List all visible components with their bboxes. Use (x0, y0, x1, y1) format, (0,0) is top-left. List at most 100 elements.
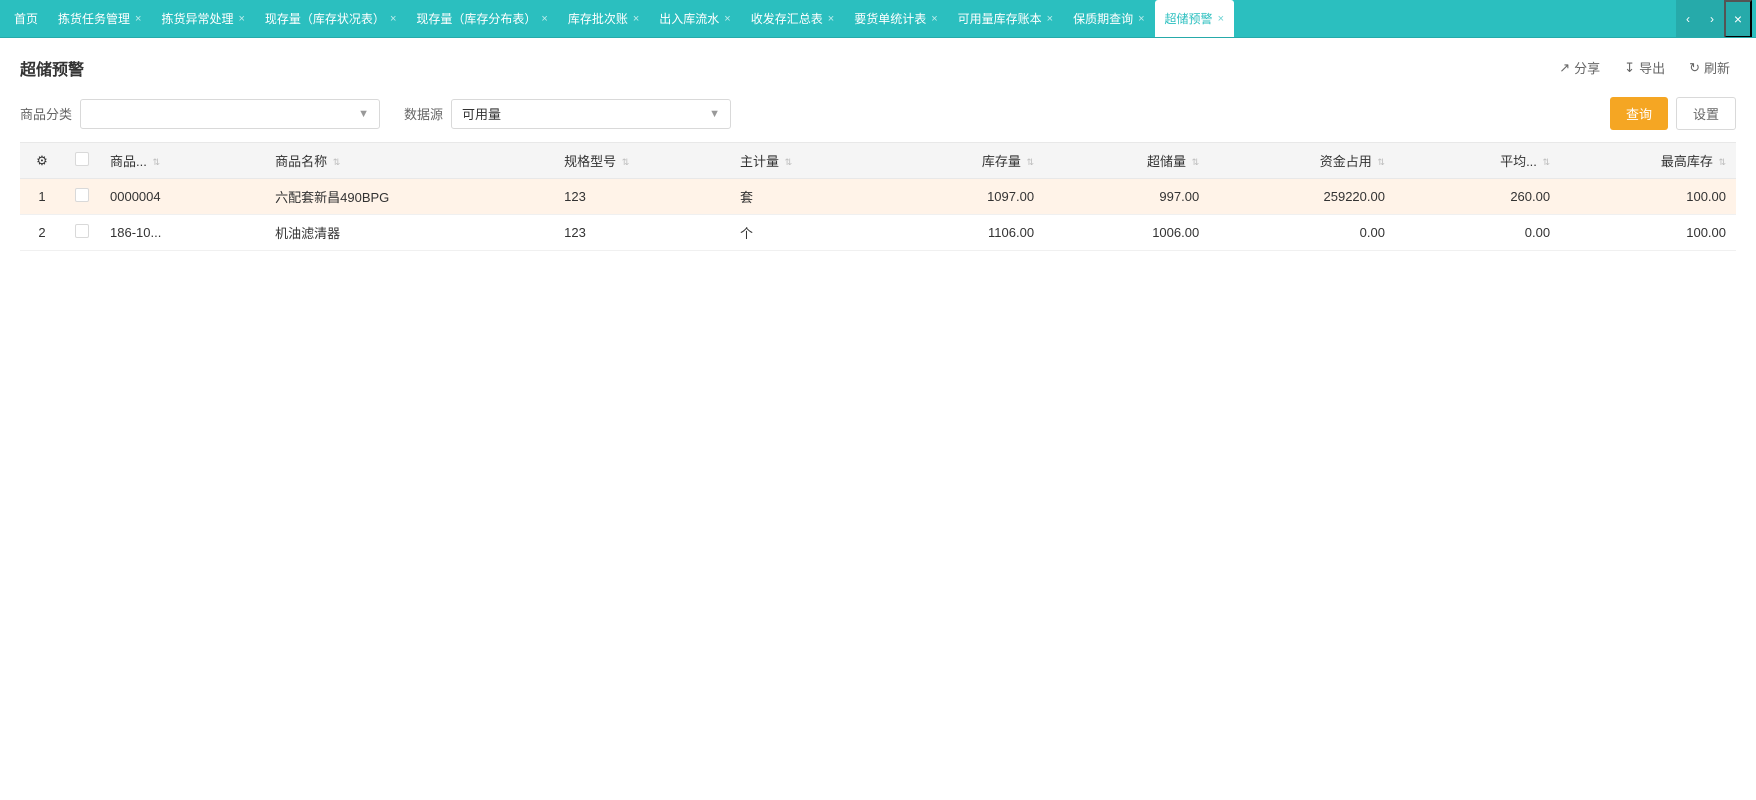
refresh-button[interactable]: ↻ 刷新 (1683, 54, 1736, 81)
page-content: 超储预警 ↗ 分享 ↧ 导出 ↻ 刷新 商品分类 ▼ 数据源 (0, 38, 1756, 800)
th-capital[interactable]: 资金占用 ⇅ (1209, 143, 1395, 179)
header-actions: ↗ 分享 ↧ 导出 ↻ 刷新 (1553, 54, 1736, 81)
close-tab-8[interactable]: × (931, 13, 937, 25)
close-tab-3[interactable]: × (390, 13, 396, 25)
sort-code-icon: ⇅ (152, 157, 160, 168)
data-table: ⚙ 商品... ⇅ 商品名称 ⇅ 规格型号 ⇅ (20, 142, 1736, 251)
export-icon: ↧ (1624, 60, 1635, 76)
row-code: 186-10... (100, 215, 265, 251)
row-code: 0000004 (100, 179, 265, 215)
product-category-filter: 商品分类 ▼ (20, 99, 380, 129)
row-max-stock: 100.00 (1560, 215, 1736, 251)
nav-tab-6[interactable]: 出入库流水 × (649, 0, 740, 37)
export-button[interactable]: ↧ 导出 (1618, 54, 1671, 81)
th-stock[interactable]: 库存量 ⇅ (879, 143, 1044, 179)
page-title: 超储预警 (20, 56, 84, 80)
data-source-dropdown-icon: ▼ (709, 108, 720, 120)
row-index: 2 (20, 215, 64, 251)
row-max-stock: 100.00 (1560, 179, 1736, 215)
th-code[interactable]: 商品... ⇅ (100, 143, 265, 179)
share-icon: ↗ (1559, 60, 1570, 76)
data-source-filter: 数据源 可用量 ▼ (404, 99, 731, 129)
nav-prev-button[interactable]: ‹ (1676, 0, 1700, 38)
close-tab-11[interactable]: × (1218, 13, 1224, 25)
nav-tab-9[interactable]: 可用量库存账本 × (948, 0, 1063, 37)
th-avg[interactable]: 平均... ⇅ (1395, 143, 1560, 179)
th-max-stock[interactable]: 最高库存 ⇅ (1560, 143, 1736, 179)
th-name[interactable]: 商品名称 ⇅ (265, 143, 554, 179)
product-category-label: 商品分类 (20, 104, 72, 123)
nav-tab-2[interactable]: 拣货异常处理 × (151, 0, 254, 37)
close-tab-9[interactable]: × (1047, 13, 1053, 25)
nav-tab-5[interactable]: 库存批次账 × (558, 0, 649, 37)
table-row: 2 186-10... 机油滤清器 123 个 1106.00 1006.00 … (20, 215, 1736, 251)
table-body: 1 0000004 六配套新昌490BPG 123 套 1097.00 997.… (20, 179, 1736, 251)
settings-gear-icon[interactable]: ⚙ (36, 153, 48, 169)
row-capital: 0.00 (1209, 215, 1395, 251)
close-tab-7[interactable]: × (828, 13, 834, 25)
row-name: 机油滤清器 (265, 215, 554, 251)
nav-tab-1[interactable]: 拣货任务管理 × (48, 0, 151, 37)
close-tab-2[interactable]: × (238, 13, 244, 25)
settings-button[interactable]: 设置 (1676, 97, 1736, 130)
row-checkbox[interactable] (64, 179, 100, 215)
refresh-icon: ↻ (1689, 60, 1700, 76)
top-nav: 首页 拣货任务管理 × 拣货异常处理 × 现存量（库存状况表） × 现存量（库存… (0, 0, 1756, 38)
query-button[interactable]: 查询 (1610, 97, 1668, 130)
sort-avg-icon: ⇅ (1543, 157, 1551, 168)
row-avg: 260.00 (1395, 179, 1560, 215)
sort-capital-icon: ⇅ (1377, 157, 1385, 168)
close-tab-5[interactable]: × (633, 13, 639, 25)
nav-arrows: ‹ › × (1676, 0, 1752, 38)
close-tab-10[interactable]: × (1138, 13, 1144, 25)
nav-tab-8[interactable]: 要货单统计表 × (844, 0, 947, 37)
share-button[interactable]: ↗ 分享 (1553, 54, 1606, 81)
th-spec[interactable]: 规格型号 ⇅ (554, 143, 730, 179)
select-all-checkbox[interactable] (75, 152, 89, 166)
sort-unit-icon: ⇅ (785, 157, 793, 168)
product-category-dropdown-icon: ▼ (358, 108, 369, 120)
row-capital: 259220.00 (1209, 179, 1395, 215)
row-name: 六配套新昌490BPG (265, 179, 554, 215)
row-select-checkbox[interactable] (75, 224, 89, 238)
action-buttons: 查询 设置 (1610, 97, 1736, 130)
nav-tab-10[interactable]: 保质期查询 × (1063, 0, 1154, 37)
row-unit: 个 (730, 215, 879, 251)
row-spec: 123 (554, 215, 730, 251)
table-row: 1 0000004 六配套新昌490BPG 123 套 1097.00 997.… (20, 179, 1736, 215)
row-unit: 套 (730, 179, 879, 215)
row-index: 1 (20, 179, 64, 215)
sort-max-icon: ⇅ (1718, 157, 1726, 168)
nav-tab-7[interactable]: 收发存汇总表 × (741, 0, 844, 37)
filter-row: 商品分类 ▼ 数据源 可用量 ▼ 查询 设置 (20, 97, 1736, 130)
sort-over-icon: ⇅ (1192, 157, 1200, 168)
close-tab-1[interactable]: × (135, 13, 141, 25)
data-source-label: 数据源 (404, 104, 443, 123)
close-tab-4[interactable]: × (541, 13, 547, 25)
sort-spec-icon: ⇅ (622, 157, 630, 168)
nav-close-all-button[interactable]: × (1724, 0, 1752, 38)
sort-stock-icon: ⇅ (1027, 157, 1035, 168)
th-checkbox (64, 143, 100, 179)
row-checkbox[interactable] (64, 215, 100, 251)
close-tab-6[interactable]: × (724, 13, 730, 25)
nav-tab-3[interactable]: 现存量（库存状况表） × (255, 0, 406, 37)
nav-tab-4[interactable]: 现存量（库存分布表） × (406, 0, 557, 37)
th-over-stock[interactable]: 超储量 ⇅ (1044, 143, 1209, 179)
page-header: 超储预警 ↗ 分享 ↧ 导出 ↻ 刷新 (20, 54, 1736, 81)
row-stock: 1106.00 (879, 215, 1044, 251)
nav-tab-home[interactable]: 首页 (4, 0, 48, 37)
row-spec: 123 (554, 179, 730, 215)
row-select-checkbox[interactable] (75, 188, 89, 202)
nav-next-button[interactable]: › (1700, 0, 1724, 38)
nav-tab-11[interactable]: 超储预警 × (1155, 0, 1234, 37)
sort-name-icon: ⇅ (333, 157, 341, 168)
data-source-select[interactable]: 可用量 ▼ (451, 99, 731, 129)
row-over-stock: 997.00 (1044, 179, 1209, 215)
th-settings: ⚙ (20, 143, 64, 179)
th-unit[interactable]: 主计量 ⇅ (730, 143, 879, 179)
row-avg: 0.00 (1395, 215, 1560, 251)
row-stock: 1097.00 (879, 179, 1044, 215)
product-category-select[interactable]: ▼ (80, 99, 380, 129)
table-header-row: ⚙ 商品... ⇅ 商品名称 ⇅ 规格型号 ⇅ (20, 143, 1736, 179)
